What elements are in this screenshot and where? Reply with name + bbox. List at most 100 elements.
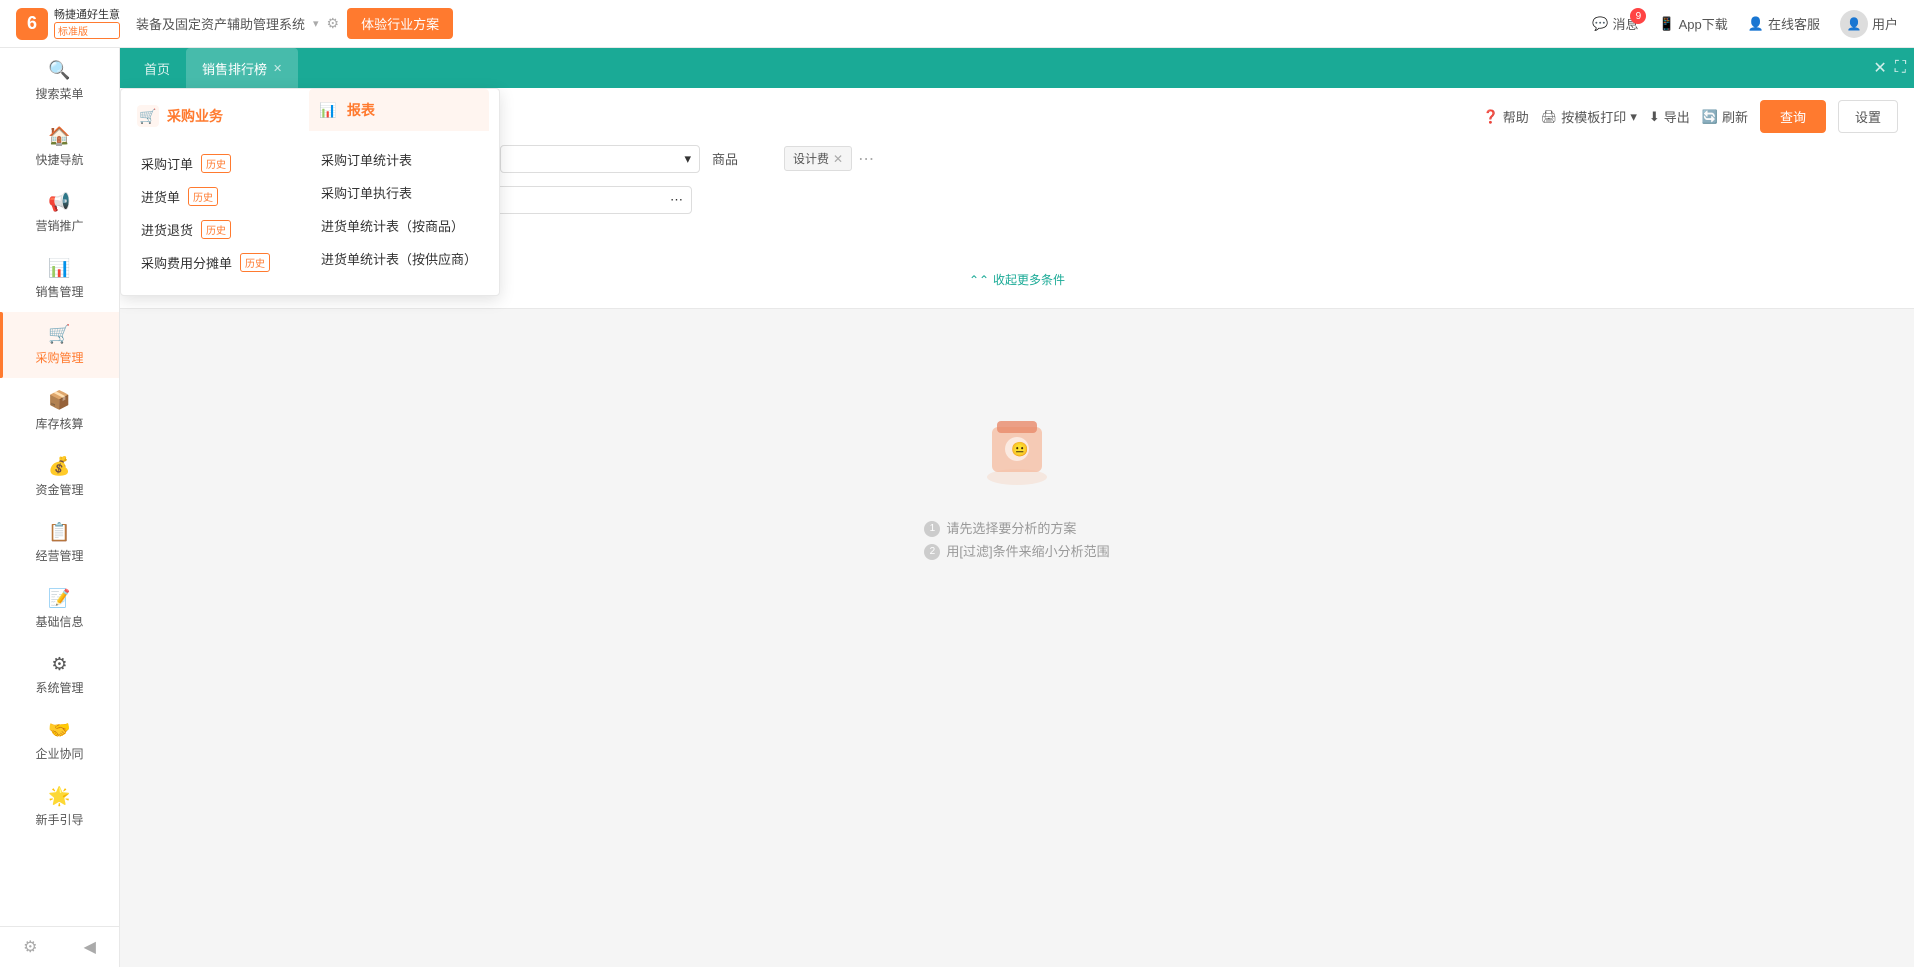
header-right: 💬 消息 9 📱 App下载 👤 在线客服 👤 用户 bbox=[1592, 10, 1898, 38]
app-download-btn[interactable]: 📱 App下载 bbox=[1658, 14, 1727, 33]
print-btn[interactable]: 🖨 按模板打印 ▾ bbox=[1541, 107, 1637, 126]
tab-maximize-icon[interactable]: ⛶ bbox=[1895, 59, 1906, 77]
menu-item-goods-return[interactable]: 进货退货 历史 bbox=[137, 213, 277, 246]
tip-text-2: 用[过滤]条件来缩小分析范围 bbox=[946, 540, 1109, 563]
menu-item-goods-stat-by-product[interactable]: 进货单统计表（按商品） bbox=[317, 209, 481, 242]
sidebar-item-finance[interactable]: 💰 资金管理 bbox=[0, 444, 119, 510]
main-layout: 🔍 搜索菜单 🏠 快捷导航 📢 营销推广 📊 销售管理 🛒 采购管理 📦 库存核… bbox=[0, 48, 1914, 967]
sidebar-label-guide: 新手引导 bbox=[35, 811, 83, 828]
menu-item-purchase-order-stat[interactable]: 采购订单统计表 bbox=[317, 143, 481, 176]
tab-bar-right: ✕ ⛶ bbox=[1873, 58, 1906, 78]
purchase-order-stat-label: 采购订单统计表 bbox=[321, 150, 412, 169]
tab-bar: 首页 销售排行榜 ✕ ✕ ⛶ bbox=[120, 48, 1914, 88]
doc-status-arrow: ▾ bbox=[684, 151, 691, 167]
export-btn[interactable]: ⬇ 导出 bbox=[1649, 107, 1690, 126]
online-service-label: 在线客服 bbox=[1768, 14, 1820, 33]
user-label: 用户 bbox=[1872, 14, 1898, 33]
dropdown-menu: 🛒 采购业务 采购订单 历史 进货单 历史 进货退货 历史 bbox=[120, 88, 500, 296]
goods-tag-close[interactable]: ✕ bbox=[833, 152, 843, 166]
dropdown-overlay: 🛒 采购业务 采购订单 历史 进货单 历史 进货退货 历史 bbox=[120, 88, 500, 296]
operations-icon: 📋 bbox=[48, 522, 70, 543]
report-section-label: 报表 bbox=[347, 100, 375, 120]
brand-name: 畅捷通好生意 bbox=[54, 8, 120, 22]
goods-return-label: 进货退货 bbox=[141, 220, 193, 239]
enterprise-icon: 🤝 bbox=[48, 720, 70, 741]
sidebar-item-quick-nav[interactable]: 🏠 快捷导航 bbox=[0, 114, 119, 180]
menu-item-goods-receipt[interactable]: 进货单 历史 bbox=[137, 180, 277, 213]
help-icon: ❓ bbox=[1483, 109, 1499, 125]
goods-tag[interactable]: 设计费 ✕ bbox=[784, 146, 852, 171]
sidebar-item-marketing[interactable]: 📢 营销推广 bbox=[0, 180, 119, 246]
refresh-label: 刷新 bbox=[1722, 107, 1748, 126]
nav-title-area: 装备及固定资产辅助管理系统 ▾ ⚙ 体验行业方案 bbox=[136, 8, 1592, 39]
settings-btn[interactable]: 设置 bbox=[1838, 100, 1898, 133]
print-dropdown-icon[interactable]: ▾ bbox=[1630, 109, 1637, 125]
query-btn[interactable]: 查询 bbox=[1760, 100, 1826, 133]
online-service-btn[interactable]: 👤 在线客服 bbox=[1748, 14, 1820, 33]
sidebar-item-enterprise[interactable]: 🤝 企业协同 bbox=[0, 708, 119, 774]
sidebar-label-enterprise: 企业协同 bbox=[35, 745, 83, 762]
collapse-label: 收起更多条件 bbox=[993, 271, 1065, 288]
empty-state: 😐 1 请先选择要分析的方案 2 用[过滤]条件来缩小分析范围 bbox=[120, 317, 1914, 644]
hist-badge-0: 历史 bbox=[201, 154, 231, 173]
user-area[interactable]: 👤 用户 bbox=[1840, 10, 1898, 38]
goods-more-dots[interactable]: ⋯ bbox=[858, 149, 874, 169]
tab-close-all-icon[interactable]: ✕ bbox=[1873, 58, 1886, 78]
sidebar: 🔍 搜索菜单 🏠 快捷导航 📢 营销推广 📊 销售管理 🛒 采购管理 📦 库存核… bbox=[0, 48, 120, 967]
nav-dropdown-arrow[interactable]: ▾ bbox=[313, 17, 319, 30]
nav-gear-icon[interactable]: ⚙ bbox=[327, 15, 340, 32]
settings-bottom-icon[interactable]: ⚙ bbox=[23, 937, 37, 957]
sidebar-item-sales[interactable]: 📊 销售管理 bbox=[0, 246, 119, 312]
tab-sales-ranking[interactable]: 销售排行榜 ✕ bbox=[186, 48, 298, 88]
hist-badge-3: 历史 bbox=[240, 253, 270, 272]
refresh-icon: 🔄 bbox=[1702, 109, 1718, 125]
brand-info: 畅捷通好生意 标准版 bbox=[54, 8, 120, 39]
doc-status-select[interactable]: ▾ bbox=[500, 145, 700, 173]
hist-badge-2: 历史 bbox=[201, 220, 231, 239]
message-btn[interactable]: 💬 消息 9 bbox=[1592, 14, 1638, 33]
purchase-order-exec-label: 采购订单执行表 bbox=[321, 183, 412, 202]
svg-text:😐: 😐 bbox=[1011, 441, 1028, 457]
sidebar-item-purchase[interactable]: 🛒 采购管理 bbox=[0, 312, 119, 378]
menu-item-purchase-order-exec[interactable]: 采购订单执行表 bbox=[317, 176, 481, 209]
sidebar-bottom: ⚙ ◀ bbox=[0, 926, 119, 967]
purchase-section-label: 采购业务 bbox=[167, 106, 223, 126]
sidebar-item-operations[interactable]: 📋 经营管理 bbox=[0, 510, 119, 576]
salesperson-dots[interactable]: ⋯ bbox=[670, 192, 683, 208]
collapse-sidebar-icon[interactable]: ◀ bbox=[84, 937, 96, 957]
sidebar-label-purchase: 采购管理 bbox=[35, 349, 83, 366]
sidebar-item-guide[interactable]: 🌟 新手引导 bbox=[0, 774, 119, 840]
empty-icon: 😐 bbox=[967, 397, 1067, 497]
tab-home-label: 首页 bbox=[144, 59, 170, 78]
goods-stat-supplier-label: 进货单统计表（按供应商） bbox=[321, 249, 477, 268]
tab-home[interactable]: 首页 bbox=[128, 48, 186, 88]
basic-info-icon: 📝 bbox=[48, 588, 70, 609]
empty-tips: 1 请先选择要分析的方案 2 用[过滤]条件来缩小分析范围 bbox=[924, 517, 1109, 564]
tab-close-icon[interactable]: ✕ bbox=[273, 62, 282, 75]
refresh-btn[interactable]: 🔄 刷新 bbox=[1702, 107, 1748, 126]
sidebar-label-operations: 经营管理 bbox=[35, 547, 83, 564]
guide-icon: 🌟 bbox=[48, 786, 70, 807]
user-avatar: 👤 bbox=[1840, 10, 1868, 38]
tip-num-2: 2 bbox=[924, 544, 940, 560]
menu-item-purchase-order[interactable]: 采购订单 历史 bbox=[137, 147, 277, 180]
report-section-icon: 📊 bbox=[317, 99, 339, 121]
menu-item-goods-stat-by-supplier[interactable]: 进货单统计表（按供应商） bbox=[317, 242, 481, 275]
tip-text-1: 请先选择要分析的方案 bbox=[946, 517, 1076, 540]
hist-badge-1: 历史 bbox=[188, 187, 218, 206]
tip-num-1: 1 bbox=[924, 521, 940, 537]
sidebar-item-system[interactable]: ⚙ 系统管理 bbox=[0, 642, 119, 708]
cost-allocation-label: 采购费用分摊单 bbox=[141, 253, 232, 272]
message-badge: 9 bbox=[1630, 8, 1646, 24]
salesperson-select[interactable]: ⋯ bbox=[492, 186, 692, 214]
sidebar-label-basic-info: 基础信息 bbox=[35, 613, 83, 630]
sales-icon: 📊 bbox=[48, 258, 70, 279]
sidebar-item-inventory[interactable]: 📦 库存核算 bbox=[0, 378, 119, 444]
menu-item-cost-allocation[interactable]: 采购费用分摊单 历史 bbox=[137, 246, 277, 279]
help-btn[interactable]: ❓ 帮助 bbox=[1483, 107, 1529, 126]
sidebar-label-finance: 资金管理 bbox=[35, 481, 83, 498]
sidebar-item-basic-info[interactable]: 📝 基础信息 bbox=[0, 576, 119, 642]
top-header: 6 畅捷通好生意 标准版 装备及固定资产辅助管理系统 ▾ ⚙ 体验行业方案 💬 … bbox=[0, 0, 1914, 48]
industry-btn[interactable]: 体验行业方案 bbox=[347, 8, 453, 39]
sidebar-item-search[interactable]: 🔍 搜索菜单 bbox=[0, 48, 119, 114]
